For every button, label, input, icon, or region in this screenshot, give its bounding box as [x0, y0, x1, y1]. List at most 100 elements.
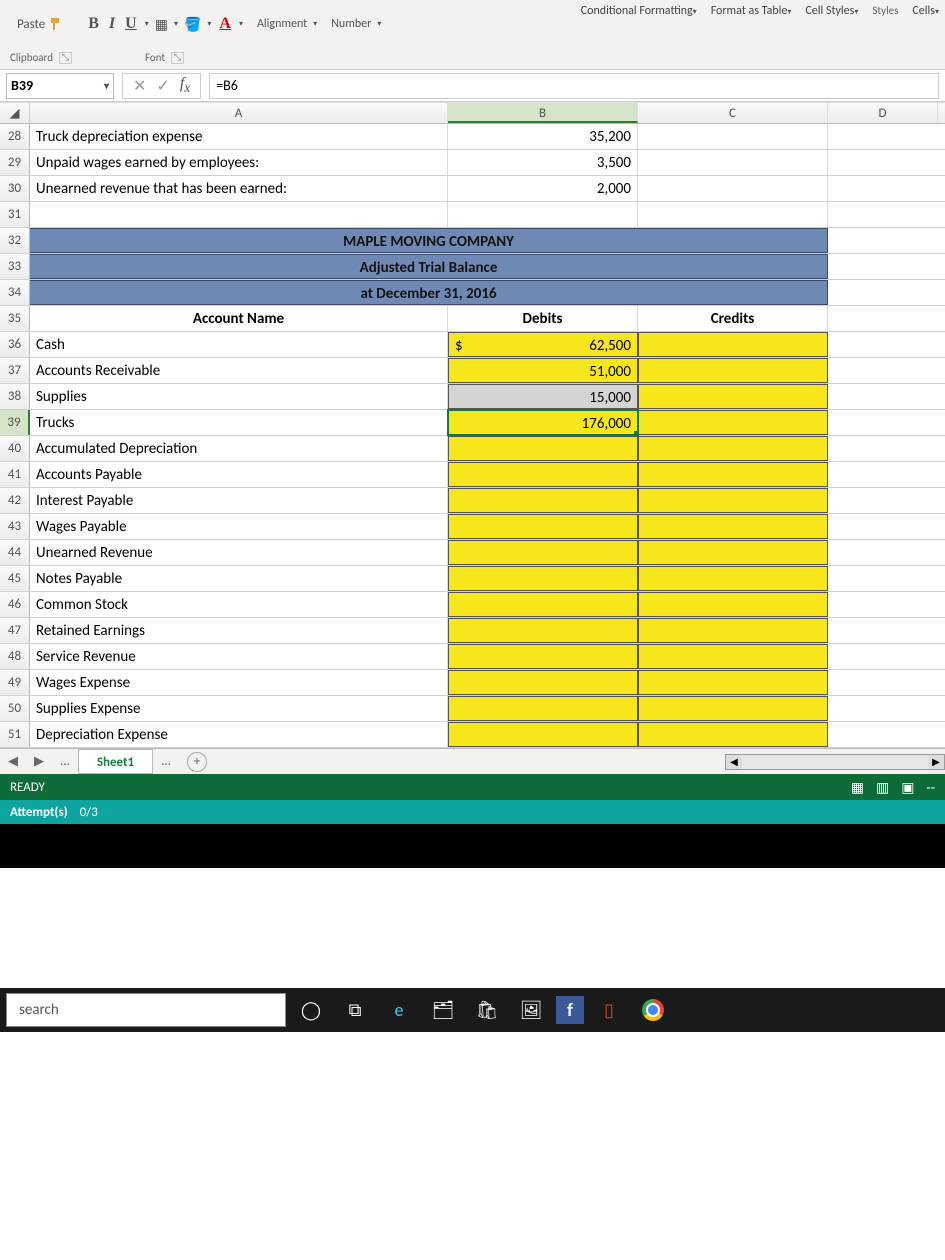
row-header-30[interactable]: 30 — [0, 176, 30, 201]
cell-c[interactable] — [638, 566, 828, 591]
cells-button[interactable]: Cells▾ — [912, 4, 939, 19]
cell-b[interactable]: 2,000 — [448, 176, 638, 201]
formula-input[interactable]: =B6 — [209, 73, 939, 99]
column-header-c[interactable]: C — [638, 103, 828, 123]
row-header-38[interactable]: 38 — [0, 384, 30, 409]
row-header-51[interactable]: 51 — [0, 722, 30, 747]
cell-b[interactable] — [448, 436, 638, 461]
format-painter-icon[interactable] — [49, 16, 65, 32]
horizontal-scrollbar[interactable]: ◀ ▶ — [725, 754, 945, 770]
cell-c[interactable] — [638, 488, 828, 513]
cell-c[interactable] — [638, 358, 828, 383]
photos-icon[interactable]: 🖼 — [512, 991, 550, 1029]
cell-a[interactable]: Unearned Revenue — [30, 540, 448, 565]
row-header-34[interactable]: 34 — [0, 280, 30, 305]
column-header-a[interactable]: A — [30, 103, 448, 123]
cell-a[interactable]: Service Revenue — [30, 644, 448, 669]
cell-c[interactable] — [638, 436, 828, 461]
name-box[interactable]: B39 ▾ — [6, 73, 114, 99]
facebook-icon[interactable]: f — [556, 996, 584, 1024]
new-sheet-button[interactable]: + — [187, 752, 207, 772]
header-cell[interactable]: Account Name — [30, 306, 448, 331]
alignment-button[interactable]: Alignment — [257, 17, 307, 31]
border-dropdown-icon[interactable]: ▾ — [174, 19, 178, 29]
cell-b[interactable] — [448, 644, 638, 669]
cell-a[interactable]: Wages Expense — [30, 670, 448, 695]
row-header-45[interactable]: 45 — [0, 566, 30, 591]
cell-a[interactable]: Accounts Receivable — [30, 358, 448, 383]
cell-b[interactable] — [448, 618, 638, 643]
tab-prev-icon[interactable]: ◀ — [0, 754, 26, 769]
cell-c[interactable] — [638, 514, 828, 539]
cell-c[interactable] — [638, 410, 828, 435]
row-header-32[interactable]: 32 — [0, 228, 30, 253]
border-button[interactable]: ▦ — [155, 16, 168, 33]
cell-c[interactable] — [638, 150, 828, 175]
cell-b[interactable]: 35,200 — [448, 124, 638, 149]
office-icon[interactable]: ▯ — [590, 991, 628, 1029]
row-header-33[interactable]: 33 — [0, 254, 30, 279]
select-all-button[interactable]: ◢ — [0, 103, 30, 123]
cortana-icon[interactable]: ◯ — [292, 991, 330, 1029]
tab-dots-left[interactable]: ... — [52, 754, 78, 769]
cell-b[interactable] — [448, 670, 638, 695]
scroll-right-icon[interactable]: ▶ — [928, 755, 944, 769]
cell-c[interactable] — [638, 696, 828, 721]
cell-b[interactable] — [448, 566, 638, 591]
row-header-41[interactable]: 41 — [0, 462, 30, 487]
cell-a[interactable]: Depreciation Expense — [30, 722, 448, 747]
paste-button[interactable]: Paste — [13, 14, 69, 34]
scroll-left-icon[interactable]: ◀ — [726, 755, 742, 769]
clipboard-launcher-icon[interactable]: ⤡ — [59, 52, 72, 64]
alignment-dropdown-icon[interactable]: ▾ — [313, 19, 317, 29]
cell-c[interactable] — [638, 124, 828, 149]
cell-c[interactable] — [638, 540, 828, 565]
taskbar-search[interactable]: search — [6, 993, 286, 1027]
font-color-dropdown-icon[interactable]: ▾ — [239, 19, 243, 29]
cell-b[interactable] — [448, 592, 638, 617]
row-header-49[interactable]: 49 — [0, 670, 30, 695]
enter-icon[interactable]: ✓ — [156, 76, 169, 96]
row-header-28[interactable]: 28 — [0, 124, 30, 149]
cell-a[interactable]: Cash — [30, 332, 448, 357]
cell-a[interactable]: Accumulated Depreciation — [30, 436, 448, 461]
row-header-42[interactable]: 42 — [0, 488, 30, 513]
row-header-40[interactable]: 40 — [0, 436, 30, 461]
cell-b[interactable] — [448, 202, 638, 227]
format-as-table-button[interactable]: Format as Table▾ — [711, 4, 792, 19]
cell-b[interactable] — [448, 514, 638, 539]
cell-a[interactable]: Unearned revenue that has been earned: — [30, 176, 448, 201]
italic-button[interactable]: I — [107, 15, 117, 33]
number-button[interactable]: Number — [331, 17, 371, 31]
bold-button[interactable]: B — [86, 15, 101, 33]
cell-a[interactable]: Trucks — [30, 410, 448, 435]
underline-button[interactable]: U — [123, 15, 139, 33]
row-header-47[interactable]: 47 — [0, 618, 30, 643]
tab-sheet1[interactable]: Sheet1 — [78, 749, 153, 774]
cell-styles-button[interactable]: Cell Styles▾ — [805, 4, 858, 19]
cell-b[interactable]: 176,000 — [448, 410, 638, 435]
row-header-29[interactable]: 29 — [0, 150, 30, 175]
title-cell[interactable]: MAPLE MOVING COMPANY — [30, 228, 828, 253]
title-cell[interactable]: Adjusted Trial Balance — [30, 254, 828, 279]
file-explorer-icon[interactable]: 🗂 — [424, 991, 462, 1029]
font-color-button[interactable]: A — [217, 15, 233, 33]
number-dropdown-icon[interactable]: ▾ — [377, 19, 381, 29]
task-view-icon[interactable]: ⧉ — [336, 991, 374, 1029]
cell-c[interactable] — [638, 202, 828, 227]
tab-dots-right[interactable]: ... — [153, 754, 179, 769]
name-box-dropdown-icon[interactable]: ▾ — [104, 79, 109, 92]
cell-b[interactable] — [448, 696, 638, 721]
column-header-d[interactable]: D — [828, 103, 938, 123]
cell-b[interactable]: 15,000 — [448, 384, 638, 409]
edge-icon[interactable]: e — [380, 991, 418, 1029]
cell-a[interactable]: Unpaid wages earned by employees: — [30, 150, 448, 175]
row-header-37[interactable]: 37 — [0, 358, 30, 383]
fx-icon[interactable]: fx — [180, 75, 190, 96]
normal-view-icon[interactable]: ▦ — [851, 779, 864, 796]
cell-a[interactable]: Notes Payable — [30, 566, 448, 591]
row-header-36[interactable]: 36 — [0, 332, 30, 357]
row-header-31[interactable]: 31 — [0, 202, 30, 227]
cell-a[interactable]: Wages Payable — [30, 514, 448, 539]
store-icon[interactable]: 🛍 — [468, 991, 506, 1029]
